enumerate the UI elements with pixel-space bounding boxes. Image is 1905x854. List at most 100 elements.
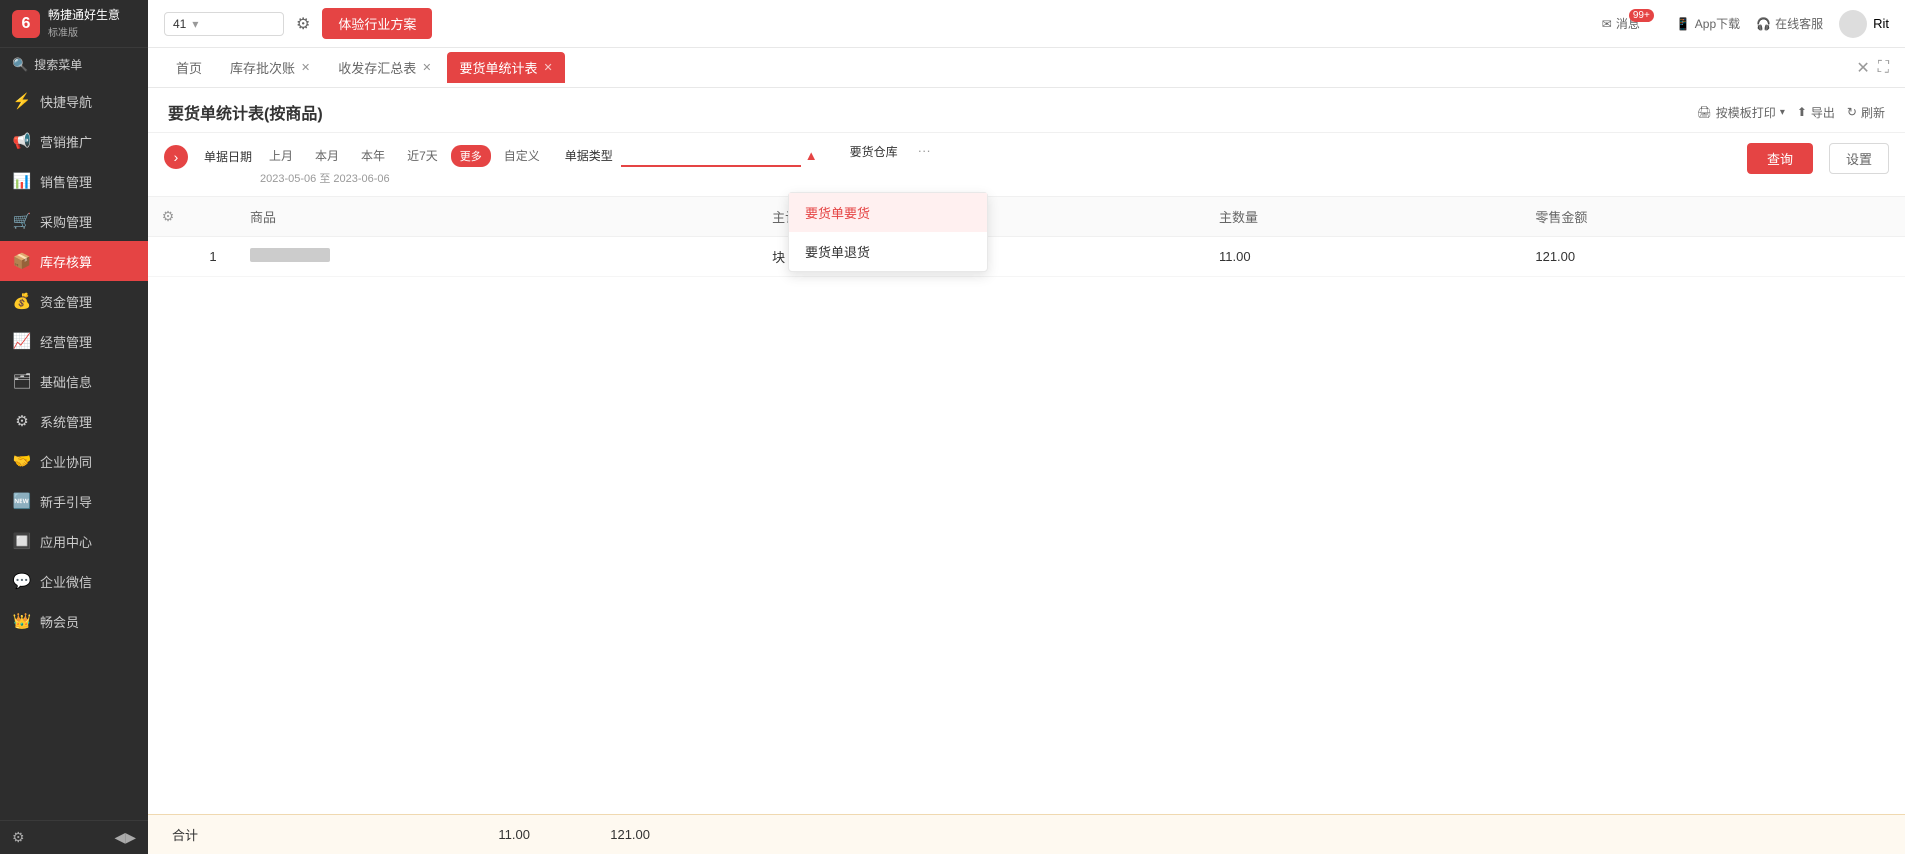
date-btn-this-month[interactable]: 本月: [306, 143, 348, 168]
sidebar-item-finance[interactable]: 💰 资金管理: [0, 281, 148, 321]
sidebar-item-operation[interactable]: 📈 经营管理: [0, 321, 148, 361]
sidebar-item-guide[interactable]: 🆕 新手引导: [0, 481, 148, 521]
table-wrap: ⚙ 商品 主计量单位 主数量 零售金额 1: [148, 197, 1905, 814]
date-btn-custom[interactable]: 自定义: [495, 143, 549, 168]
tab-close-icon[interactable]: ✕: [544, 61, 553, 74]
topbar-select-value: 41: [173, 17, 186, 31]
sidebar-item-label: 快捷导航: [40, 92, 92, 111]
sidebar-search-label: 搜索菜单: [34, 56, 82, 73]
query-button[interactable]: 查询: [1747, 143, 1813, 174]
sales-icon: 📊: [12, 171, 32, 191]
col-header-settings: ⚙: [148, 197, 188, 237]
trial-button[interactable]: 体验行业方案: [322, 8, 432, 39]
topbar-gear-icon[interactable]: ⚙: [296, 14, 310, 34]
tab-receive-send[interactable]: 收发存汇总表 ✕: [326, 52, 443, 83]
cell-product: [238, 237, 760, 277]
tab-order-stats[interactable]: 要货单统计表 ✕: [447, 52, 564, 83]
member-icon: 👑: [12, 611, 32, 631]
dropdown-item-0[interactable]: 要货单要货: [789, 193, 987, 232]
date-btn-last-month[interactable]: 上月: [260, 143, 302, 168]
sidebar-item-apps[interactable]: 🔲 应用中心: [0, 521, 148, 561]
system-icon: ⚙: [12, 411, 32, 431]
date-btn-more[interactable]: 更多: [451, 145, 491, 167]
quick-nav-icon: ⚡: [12, 91, 32, 111]
col-header-qty: 主数量: [1207, 197, 1523, 237]
sidebar-item-inventory[interactable]: 📦 库存核算: [0, 241, 148, 281]
date-range-display: 2023-05-06 至 2023-06-06: [260, 170, 549, 186]
page-title: 要货单统计表(按商品): [168, 100, 323, 124]
close-all-tabs-btn[interactable]: ✕: [1856, 58, 1869, 78]
column-settings-icon[interactable]: ⚙: [162, 208, 175, 224]
purchase-icon: 🛒: [12, 211, 32, 231]
service-label: 在线客服: [1775, 15, 1823, 32]
filter-expand-btn[interactable]: ›: [164, 145, 188, 169]
sidebar-item-label: 资金管理: [40, 292, 92, 311]
tab-inventory-batch[interactable]: 库存批次账 ✕: [218, 52, 322, 83]
sidebar-item-wechat[interactable]: 💬 企业微信: [0, 561, 148, 601]
online-service-btn[interactable]: 🎧 在线客服: [1756, 15, 1823, 32]
main: 41 ▾ ⚙ 体验行业方案 ✉ 消息 99+ 📱 App下载 🎧 在线客服 R: [148, 0, 1905, 854]
table-footer: 合计 11.00 121.00: [148, 814, 1905, 854]
dropdown-item-1[interactable]: 要货单退货: [789, 232, 987, 271]
tab-close-icon[interactable]: ✕: [422, 61, 431, 74]
sidebar-item-member[interactable]: 👑 畅会员: [0, 601, 148, 641]
table-header-row: ⚙ 商品 主计量单位 主数量 零售金额: [148, 197, 1905, 237]
sidebar-item-enterprise[interactable]: 🤝 企业协同: [0, 441, 148, 481]
sidebar-item-quick-nav[interactable]: ⚡ 快捷导航: [0, 81, 148, 121]
tab-home-label: 首页: [176, 58, 202, 77]
print-icon: 🖨: [1697, 105, 1712, 119]
sidebar-nav: ⚡ 快捷导航 📢 营销推广 📊 销售管理 🛒 采购管理 📦 库存核算 💰 资金管…: [0, 81, 148, 820]
sidebar-item-system[interactable]: ⚙ 系统管理: [0, 401, 148, 441]
avatar: [1839, 10, 1867, 38]
messages-btn[interactable]: ✉ 消息 99+: [1602, 15, 1640, 32]
sidebar-item-label: 经营管理: [40, 332, 92, 351]
sidebar-item-label: 库存核算: [40, 252, 92, 271]
app-icon: 📱: [1676, 17, 1691, 31]
sidebar-item-basic[interactable]: 🗂 基础信息: [0, 361, 148, 401]
sidebar-item-sales[interactable]: 📊 销售管理: [0, 161, 148, 201]
user-menu[interactable]: Rit: [1839, 10, 1889, 38]
apps-icon: 🔲: [12, 531, 32, 551]
sidebar-item-purchase[interactable]: 🛒 采购管理: [0, 201, 148, 241]
sidebar-item-label: 营销推广: [40, 132, 92, 151]
logo-sub: 标准版: [48, 24, 120, 39]
tab-home[interactable]: 首页: [164, 52, 214, 83]
cell-amount: 121.00: [1523, 237, 1905, 277]
type-dropdown-arrow[interactable]: ▲: [805, 148, 818, 163]
chevron-down-icon: ▾: [192, 17, 198, 31]
type-dropdown-menu: 要货单要货 要货单退货: [788, 192, 988, 272]
export-label: 导出: [1811, 104, 1835, 121]
export-btn[interactable]: ⬆ 导出: [1797, 104, 1835, 121]
sidebar-search[interactable]: 🔍 搜索菜单: [0, 48, 148, 81]
topbar-left: 41 ▾ ⚙ 体验行业方案: [164, 8, 1602, 39]
type-filter-input[interactable]: [621, 143, 801, 167]
tabbar: 首页 库存批次账 ✕ 收发存汇总表 ✕ 要货单统计表 ✕ ✕ ⛶: [148, 48, 1905, 88]
settings-button[interactable]: 设置: [1829, 143, 1889, 174]
warehouse-more-icon[interactable]: ···: [918, 143, 931, 158]
date-btn-this-year[interactable]: 本年: [352, 143, 394, 168]
service-icon: 🎧: [1756, 17, 1771, 31]
sidebar-footer: ⚙ ◀▶: [0, 820, 148, 854]
topbar-select[interactable]: 41 ▾: [164, 12, 284, 36]
date-btn-last-7days[interactable]: 近7天: [398, 143, 447, 168]
warehouse-filter-label: 要货仓库: [850, 143, 898, 160]
table-row: 1 块 11.00 121.00: [148, 237, 1905, 277]
sidebar-item-label: 系统管理: [40, 412, 92, 431]
print-btn[interactable]: 🖨 按模板打印 ▾: [1697, 104, 1785, 121]
enterprise-icon: 🤝: [12, 451, 32, 471]
tab-close-icon[interactable]: ✕: [301, 61, 310, 74]
sidebar-item-label: 企业协同: [40, 452, 92, 471]
sidebar-item-label: 畅会员: [40, 612, 79, 631]
marketing-icon: 📢: [12, 131, 32, 151]
app-download-btn[interactable]: 📱 App下载: [1676, 15, 1740, 32]
search-icon: 🔍: [12, 57, 28, 73]
type-input-wrap: ▲: [621, 143, 818, 167]
filter-date-group: 单据日期 上月 本月 本年 近7天 更多 自定义 2023-05-06 至 20…: [204, 143, 549, 186]
refresh-btn[interactable]: ↻ 刷新: [1847, 104, 1885, 121]
page-content: 要货单统计表(按商品) 🖨 按模板打印 ▾ ⬆ 导出 ↻ 刷新 ›: [148, 88, 1905, 854]
collapse-footer-btn[interactable]: ◀▶: [114, 829, 136, 846]
settings-footer-btn[interactable]: ⚙: [12, 829, 25, 846]
messages-badge: 99+: [1629, 9, 1654, 22]
sidebar-item-marketing[interactable]: 📢 营销推广: [0, 121, 148, 161]
expand-tabs-icon[interactable]: ⛶: [1878, 59, 1889, 77]
